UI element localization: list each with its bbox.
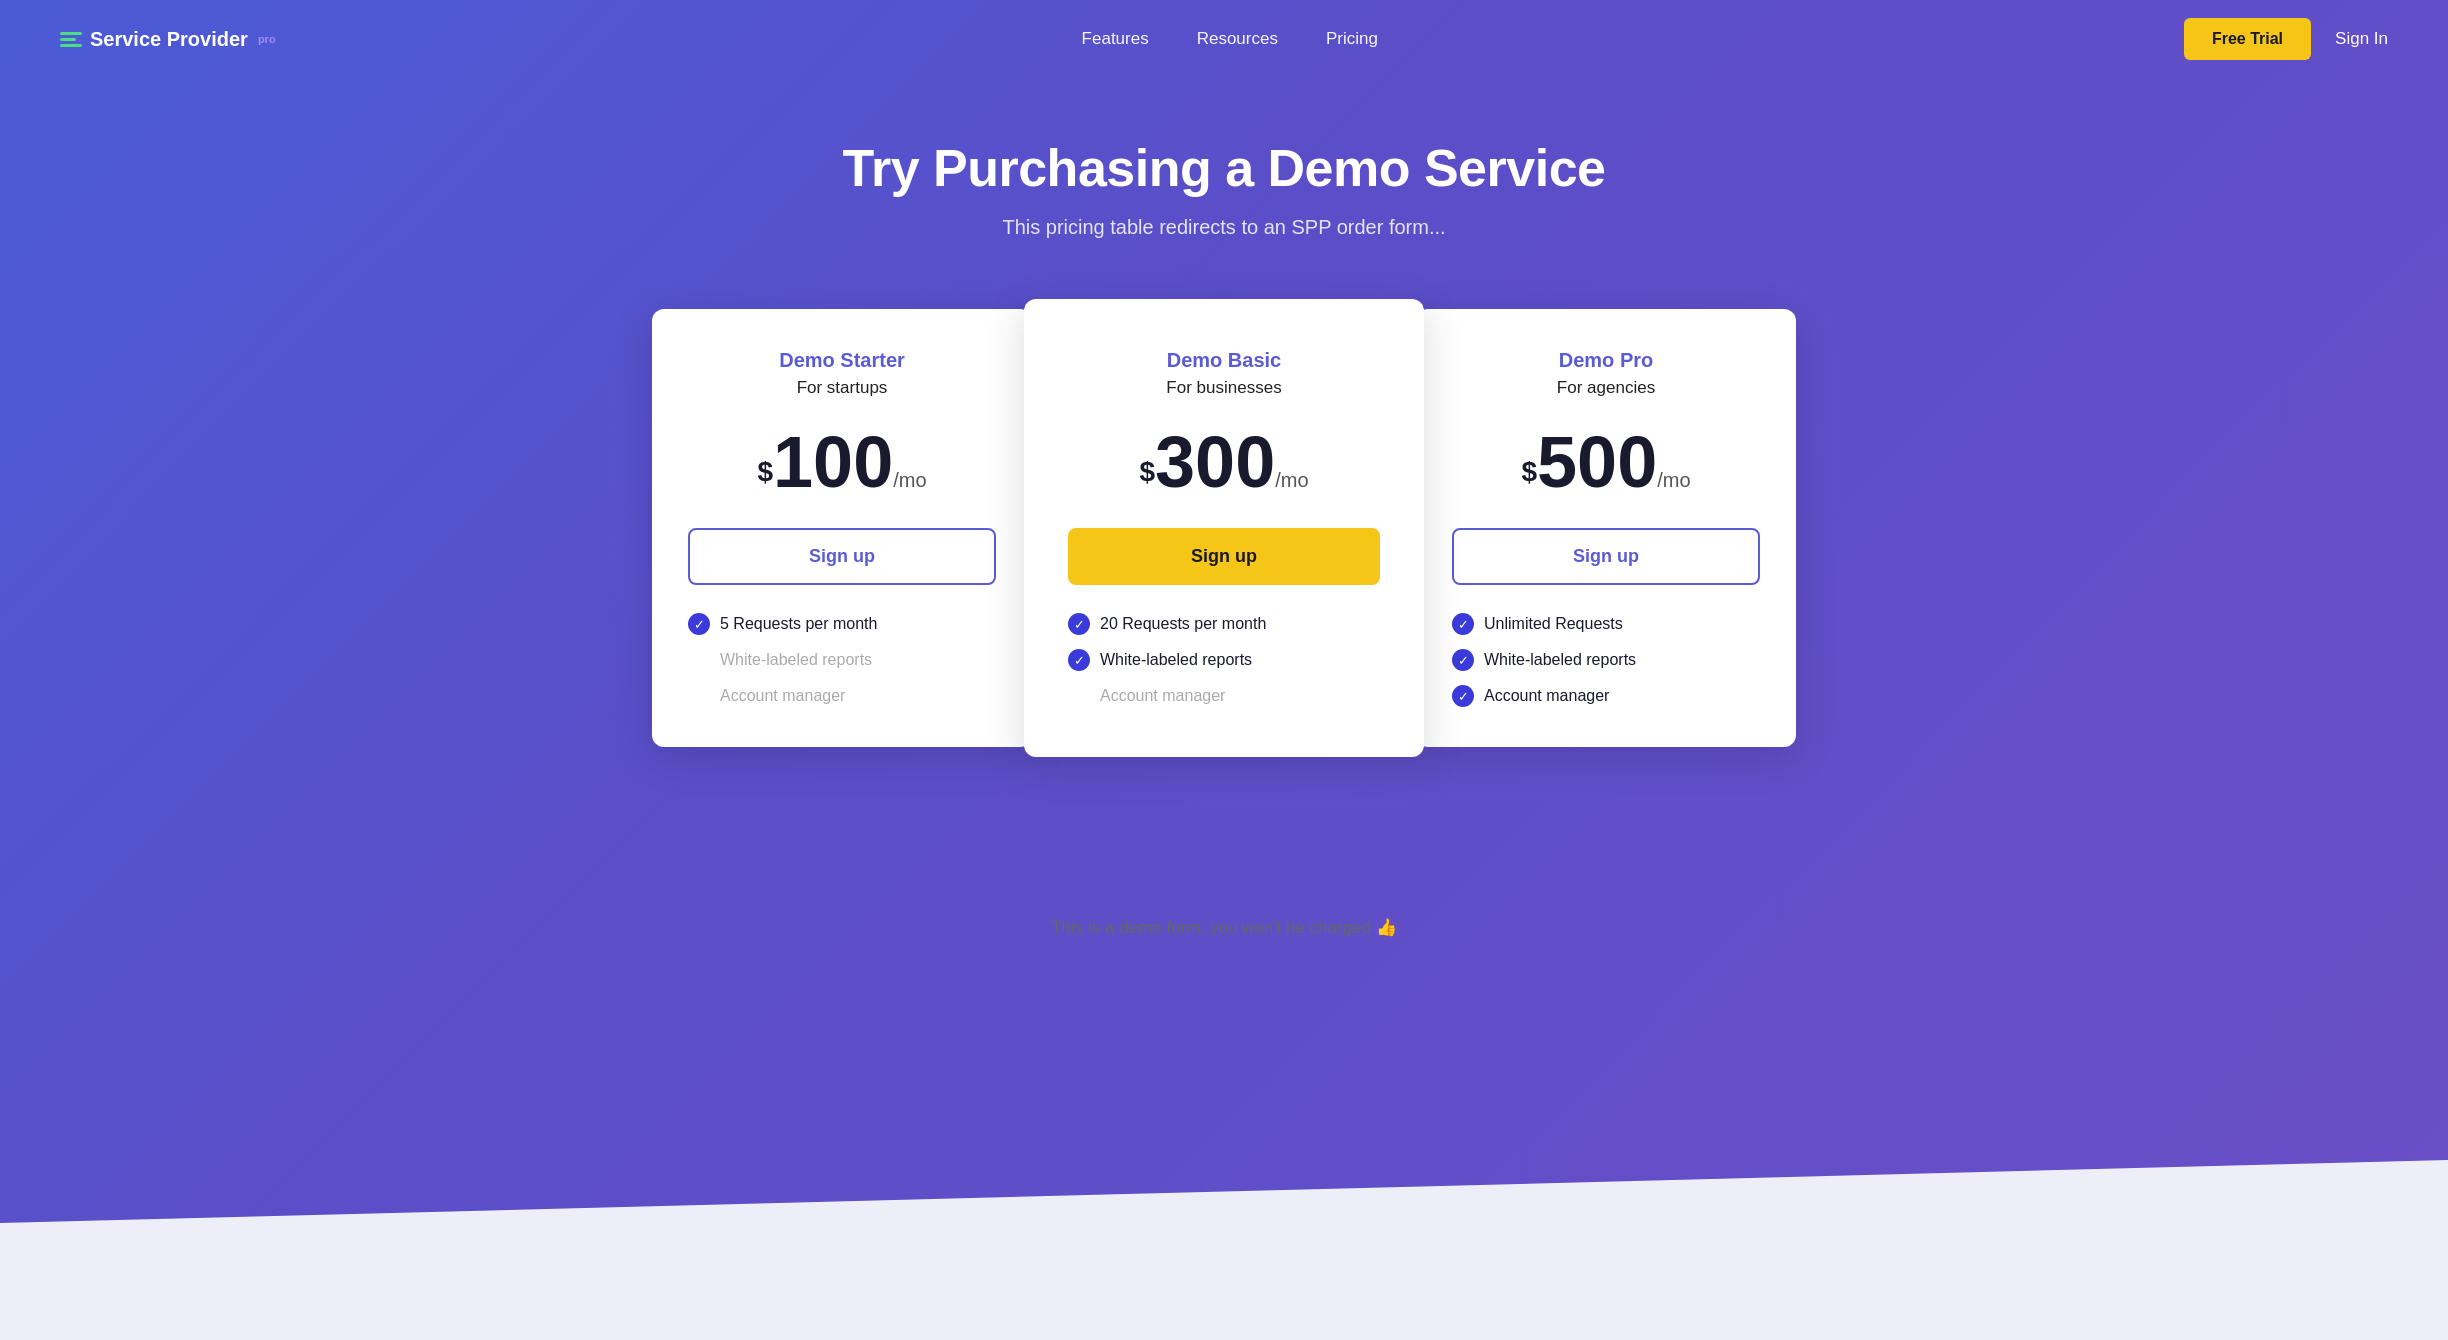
logo-bar-3 xyxy=(60,44,82,47)
nav-actions: Free Trial Sign In xyxy=(2184,18,2388,60)
feature-text-pro-2: White-labeled reports xyxy=(1484,651,1636,669)
feature-text-pro-1: Unlimited Requests xyxy=(1484,615,1623,633)
feature-text-basic-3: Account manager xyxy=(1100,687,1225,705)
plan-desc-pro: For agencies xyxy=(1452,378,1760,398)
feature-pro-3: ✓ Account manager xyxy=(1452,685,1760,707)
nav-links: Features Resources Pricing xyxy=(1082,29,1378,49)
check-icon-starter-1: ✓ xyxy=(688,613,710,635)
navbar: Service Provider pro Features Resources P… xyxy=(0,0,2448,78)
signup-button-basic[interactable]: Sign up xyxy=(1068,528,1380,585)
hero-title: Try Purchasing a Demo Service xyxy=(20,138,2428,198)
feature-list-basic: ✓ 20 Requests per month ✓ White-labeled … xyxy=(1068,613,1380,707)
check-icon-basic-2: ✓ xyxy=(1068,649,1090,671)
plan-price-basic: $300/mo xyxy=(1068,426,1380,498)
pricing-card-starter: Demo Starter For startups $100/mo Sign u… xyxy=(652,309,1032,747)
plan-name-starter: Demo Starter xyxy=(688,349,996,372)
price-dollar-pro: $ xyxy=(1521,456,1537,487)
feature-text-basic-1: 20 Requests per month xyxy=(1100,615,1266,633)
feature-basic-3: Account manager xyxy=(1068,685,1380,707)
feature-text-starter-2: White-labeled reports xyxy=(720,651,872,669)
feature-text-starter-3: Account manager xyxy=(720,687,845,705)
feature-text-basic-2: White-labeled reports xyxy=(1100,651,1252,669)
price-amount-basic: 300 xyxy=(1155,422,1275,502)
feature-pro-1: ✓ Unlimited Requests xyxy=(1452,613,1760,635)
demo-note-text: This is a demo form, you won't be charge… xyxy=(1051,918,1397,937)
feature-list-pro: ✓ Unlimited Requests ✓ White-labeled rep… xyxy=(1452,613,1760,707)
feature-pro-2: ✓ White-labeled reports xyxy=(1452,649,1760,671)
signup-button-pro[interactable]: Sign up xyxy=(1452,528,1760,585)
check-icon-basic-1: ✓ xyxy=(1068,613,1090,635)
feature-text-pro-3: Account manager xyxy=(1484,687,1609,705)
nav-link-features[interactable]: Features xyxy=(1082,29,1149,49)
plan-price-starter: $100/mo xyxy=(688,426,996,498)
price-period-basic: /mo xyxy=(1275,469,1308,491)
check-icon-pro-1: ✓ xyxy=(1452,613,1474,635)
logo-icon xyxy=(60,32,82,47)
signup-button-starter[interactable]: Sign up xyxy=(688,528,996,585)
price-period-pro: /mo xyxy=(1657,469,1690,491)
price-period-starter: /mo xyxy=(893,469,926,491)
nav-link-pricing[interactable]: Pricing xyxy=(1326,29,1378,49)
pricing-card-basic: Demo Basic For businesses $300/mo Sign u… xyxy=(1024,299,1424,757)
plan-name-basic: Demo Basic xyxy=(1068,349,1380,372)
price-dollar-starter: $ xyxy=(757,456,773,487)
sign-in-button[interactable]: Sign In xyxy=(2335,29,2388,49)
hero-subtitle: This pricing table redirects to an SPP o… xyxy=(20,216,2428,239)
pricing-card-pro: Demo Pro For agencies $500/mo Sign up ✓ … xyxy=(1416,309,1796,747)
logo-bar-1 xyxy=(60,32,82,35)
feature-basic-1: ✓ 20 Requests per month xyxy=(1068,613,1380,635)
plan-price-pro: $500/mo xyxy=(1452,426,1760,498)
pricing-section: Demo Starter For startups $100/mo Sign u… xyxy=(0,279,2448,757)
free-trial-button[interactable]: Free Trial xyxy=(2184,18,2311,60)
check-placeholder-basic-3 xyxy=(1068,685,1090,707)
logo-link[interactable]: Service Provider pro xyxy=(60,28,276,51)
plan-desc-starter: For startups xyxy=(688,378,996,398)
feature-starter-2: White-labeled reports xyxy=(688,649,996,671)
feature-starter-1: ✓ 5 Requests per month xyxy=(688,613,996,635)
feature-text-starter-1: 5 Requests per month xyxy=(720,615,877,633)
check-placeholder-starter-2 xyxy=(688,649,710,671)
price-amount-starter: 100 xyxy=(773,422,893,502)
brand-name: Service Provider xyxy=(90,28,248,51)
brand-pro: pro xyxy=(258,33,276,45)
logo-bar-2 xyxy=(60,38,76,41)
check-placeholder-starter-3 xyxy=(688,685,710,707)
price-amount-pro: 500 xyxy=(1537,422,1657,502)
nav-link-resources[interactable]: Resources xyxy=(1197,29,1278,49)
check-icon-pro-3: ✓ xyxy=(1452,685,1474,707)
demo-note: This is a demo form, you won't be charge… xyxy=(0,757,2448,978)
price-dollar-basic: $ xyxy=(1139,456,1155,487)
feature-basic-2: ✓ White-labeled reports xyxy=(1068,649,1380,671)
feature-starter-3: Account manager xyxy=(688,685,996,707)
check-icon-pro-2: ✓ xyxy=(1452,649,1474,671)
plan-desc-basic: For businesses xyxy=(1068,378,1380,398)
feature-list-starter: ✓ 5 Requests per month White-labeled rep… xyxy=(688,613,996,707)
hero-section: Try Purchasing a Demo Service This prici… xyxy=(0,78,2448,279)
plan-name-pro: Demo Pro xyxy=(1452,349,1760,372)
